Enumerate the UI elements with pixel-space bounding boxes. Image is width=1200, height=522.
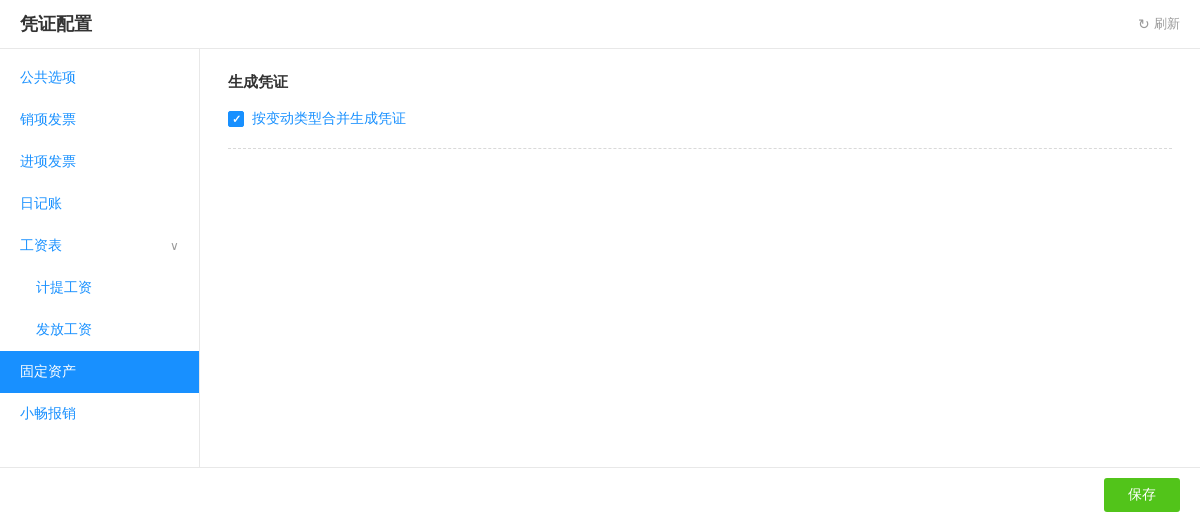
sidebar-item-fixed-assets[interactable]: 固定资产	[0, 351, 199, 393]
sidebar-item-journal[interactable]: 日记账	[0, 183, 199, 225]
page-wrapper: 凭证配置 ↻ 刷新 公共选项 销项发票 进项发票 日记账 工资表 ∨	[0, 0, 1200, 522]
footer: 保存	[0, 467, 1200, 522]
sidebar-item-label: 发放工资	[36, 321, 92, 339]
chevron-down-icon: ∨	[170, 239, 179, 253]
header: 凭证配置 ↻ 刷新	[0, 0, 1200, 49]
sidebar-item-label: 日记账	[20, 195, 62, 213]
sidebar-item-accrued-salary[interactable]: 计提工资	[0, 267, 199, 309]
sidebar-item-label: 进项发票	[20, 153, 76, 171]
sidebar-item-public[interactable]: 公共选项	[0, 57, 199, 99]
sidebar-item-payroll[interactable]: 工资表 ∨	[0, 225, 199, 267]
refresh-icon: ↻	[1138, 16, 1150, 32]
section-title: 生成凭证	[228, 73, 1172, 92]
main-content: 生成凭证 按变动类型合并生成凭证	[200, 49, 1200, 467]
sidebar-item-label: 固定资产	[20, 363, 76, 381]
sidebar-item-pay-salary[interactable]: 发放工资	[0, 309, 199, 351]
sidebar: 公共选项 销项发票 进项发票 日记账 工资表 ∨ 计提工资 发放工资 固定资	[0, 49, 200, 467]
sidebar-item-label: 小畅报销	[20, 405, 76, 423]
section-divider	[228, 148, 1172, 149]
sidebar-item-purchase-invoice[interactable]: 进项发票	[0, 141, 199, 183]
merge-by-type-checkbox[interactable]	[228, 111, 244, 127]
save-button[interactable]: 保存	[1104, 478, 1180, 512]
sidebar-item-label: 公共选项	[20, 69, 76, 87]
refresh-button[interactable]: ↻ 刷新	[1138, 15, 1180, 33]
sidebar-item-sales-invoice[interactable]: 销项发票	[0, 99, 199, 141]
refresh-label: 刷新	[1154, 15, 1180, 33]
sidebar-item-label: 计提工资	[36, 279, 92, 297]
sidebar-item-expense[interactable]: 小畅报销	[0, 393, 199, 435]
checkbox-row: 按变动类型合并生成凭证	[228, 110, 1172, 128]
content-wrapper: 公共选项 销项发票 进项发票 日记账 工资表 ∨ 计提工资 发放工资 固定资	[0, 49, 1200, 467]
checkbox-label: 按变动类型合并生成凭证	[252, 110, 406, 128]
sidebar-item-label: 工资表	[20, 237, 62, 255]
page-title: 凭证配置	[20, 12, 92, 36]
sidebar-item-label: 销项发票	[20, 111, 76, 129]
